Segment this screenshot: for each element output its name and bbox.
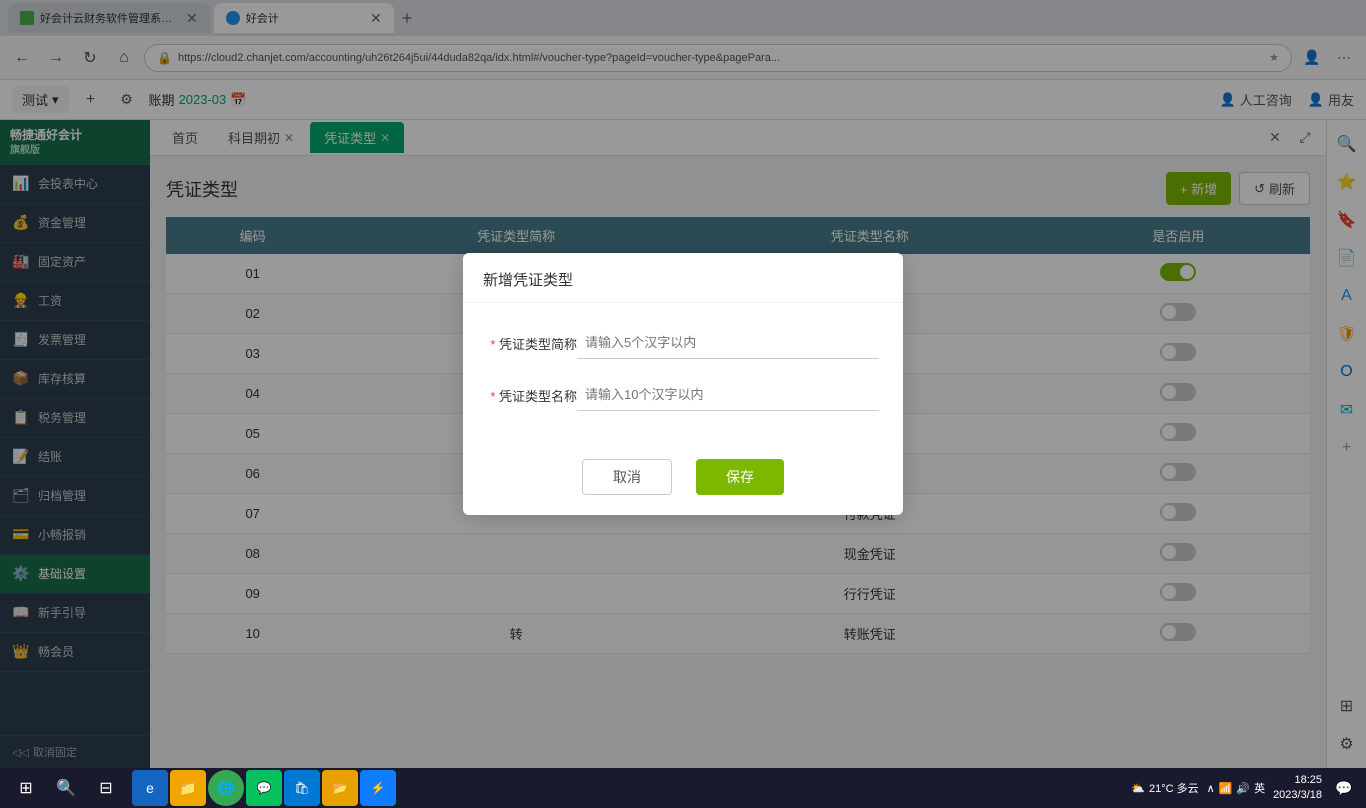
new-voucher-dialog: 新增凭证类型 凭证类型简称 凭证类型名称 取消 保存 bbox=[463, 253, 903, 515]
search-button[interactable]: 🔍 bbox=[48, 770, 84, 806]
taskbar-apps: e 📁 🌐 💬 🛍 📂 ⚡ bbox=[132, 770, 396, 806]
weather-text: 21°C 多云 bbox=[1149, 780, 1199, 796]
task-view-button[interactable]: ⊟ bbox=[88, 770, 124, 806]
abbr-input[interactable] bbox=[577, 327, 879, 359]
taskbar-explorer-icon[interactable]: 📁 bbox=[170, 770, 206, 806]
notification-button[interactable]: 💬 bbox=[1330, 774, 1358, 802]
save-label: 保存 bbox=[726, 469, 754, 485]
dialog-body: 凭证类型简称 凭证类型名称 bbox=[463, 303, 903, 447]
taskbar-wechat-icon[interactable]: 💬 bbox=[246, 770, 282, 806]
dialog-overlay: 新增凭证类型 凭证类型简称 凭证类型名称 取消 保存 bbox=[0, 0, 1366, 768]
taskbar-chrome-icon[interactable]: 🌐 bbox=[208, 770, 244, 806]
taskbar-weather: ⛅ 21°C 多云 bbox=[1131, 780, 1198, 796]
taskbar-store-icon[interactable]: 🛍 bbox=[284, 770, 320, 806]
volume-icon[interactable]: 🔊 bbox=[1236, 782, 1250, 795]
abbr-form-row: 凭证类型简称 bbox=[487, 327, 879, 359]
name-form-row: 凭证类型名称 bbox=[487, 379, 879, 411]
taskbar-files-icon[interactable]: 📂 bbox=[322, 770, 358, 806]
cancel-button[interactable]: 取消 bbox=[582, 459, 672, 495]
time-text: 18:25 bbox=[1273, 773, 1322, 788]
dialog-title: 新增凭证类型 bbox=[483, 272, 573, 289]
abbr-label: 凭证类型简称 bbox=[487, 334, 577, 353]
name-label: 凭证类型名称 bbox=[487, 386, 577, 405]
network-icon[interactable]: 📶 bbox=[1219, 782, 1233, 795]
chevron-up-icon[interactable]: ∧ bbox=[1207, 782, 1215, 795]
dialog-header: 新增凭证类型 bbox=[463, 253, 903, 303]
taskbar-edge-icon[interactable]: e bbox=[132, 770, 168, 806]
date-text: 2023/3/18 bbox=[1273, 788, 1322, 803]
save-button[interactable]: 保存 bbox=[696, 459, 784, 495]
weather-icon: ⛅ bbox=[1131, 782, 1145, 795]
lang-text: 英 bbox=[1254, 780, 1265, 796]
dialog-footer: 取消 保存 bbox=[463, 447, 903, 515]
cancel-label: 取消 bbox=[613, 469, 641, 485]
taskbar: ⊞ 🔍 ⊟ e 📁 🌐 💬 🛍 📂 ⚡ ⛅ 21°C 多云 ∧ bbox=[0, 768, 1366, 808]
name-input[interactable] bbox=[577, 379, 879, 411]
taskbar-clock[interactable]: 18:25 2023/3/18 bbox=[1273, 773, 1322, 804]
taskbar-browser2-icon[interactable]: ⚡ bbox=[360, 770, 396, 806]
start-button[interactable]: ⊞ bbox=[8, 770, 44, 806]
taskbar-system-icons: ∧ 📶 🔊 英 bbox=[1207, 780, 1265, 796]
